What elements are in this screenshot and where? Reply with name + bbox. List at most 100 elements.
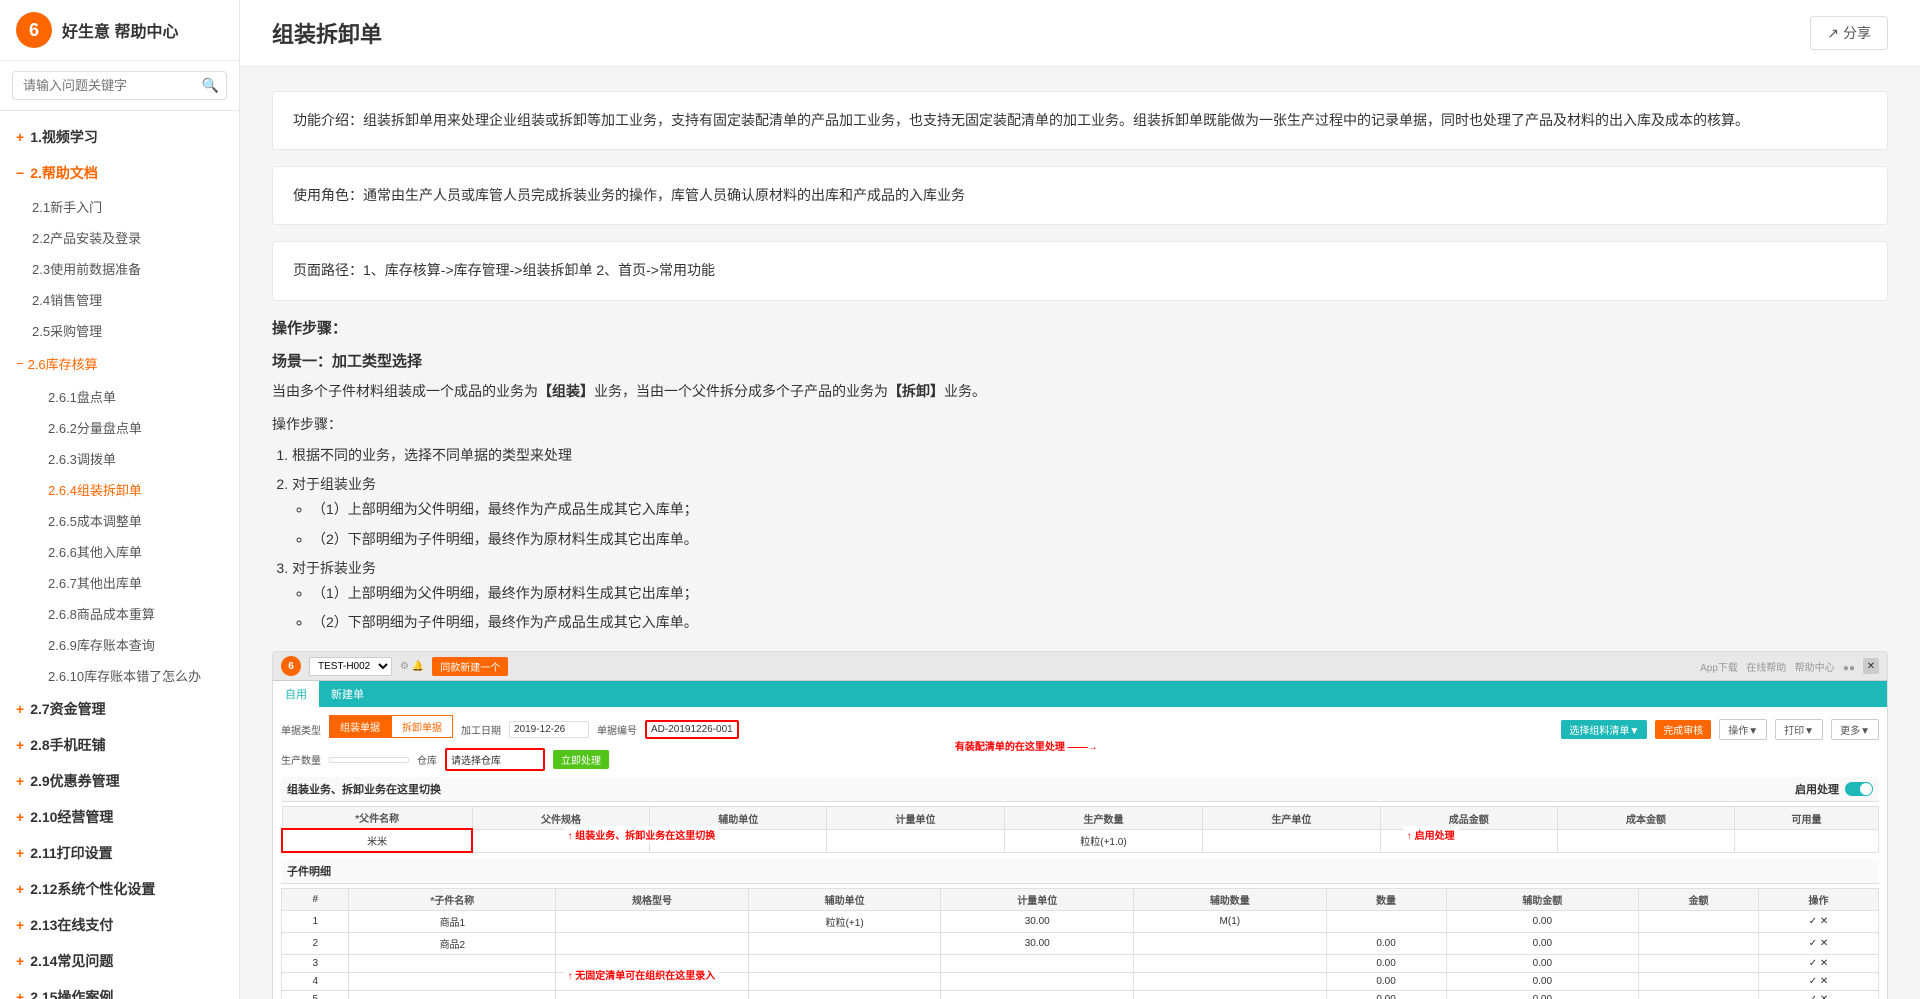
col-avail-qty: 可用量 <box>1735 807 1879 830</box>
type-label: 单据类型 <box>281 722 321 737</box>
sidebar-item-inventory[interactable]: − 2.6库存核算 <box>0 346 239 381</box>
sidebar-item-online-pay[interactable]: + 2.13在线支付 <box>0 907 239 943</box>
op-btn[interactable]: 操作▼ <box>1719 719 1767 740</box>
assembly-step1: （1）上部明细为父件明细，最终作为产成品生成其它入库单； <box>312 497 1888 522</box>
upper-row-1: 米米 粒粒(+1.0) <box>282 829 1879 852</box>
sidebar-item-stock-count[interactable]: 2.6.1盘点单 <box>0 381 239 412</box>
assembly-step2: （2）下部明细为子件明细，最终作为原材料生成其它出库单。 <box>312 527 1888 552</box>
close-button[interactable]: ✕ <box>1863 658 1879 674</box>
sidebar-item-docs[interactable]: − 2.帮助文档 <box>0 155 239 191</box>
disassembly-step1: （1）上部明细为父件明细，最终作为原材料生成其它出库单； <box>312 581 1888 606</box>
app-screenshot: 6 TEST-H002 ⚙ 🔔 同款新建一个 App下载 在线帮助 帮助中心 ●… <box>273 652 1887 999</box>
more-btn[interactable]: 更多▼ <box>1831 719 1879 740</box>
main-header: 组装拆卸单 ↗ 分享 <box>240 0 1920 67</box>
sidebar-item-install[interactable]: 2.2产品安装及登录 <box>0 222 239 253</box>
sidebar-item-purchase[interactable]: 2.5采购管理 <box>0 315 239 346</box>
role-intro-block: 使用角色：通常由生产人员或库管人员完成拆装业务的操作，库管人员确认原材料的出库和… <box>272 166 1888 225</box>
disassemble-btn[interactable]: 拆卸单据 <box>391 715 453 738</box>
function-intro-block: 功能介绍：组装拆卸单用来处理企业组装或拆卸等加工业务，支持有固定装配清单的产品加… <box>272 91 1888 150</box>
nav-home[interactable]: 自用 <box>273 681 319 707</box>
sidebar-item-assembly[interactable]: 2.6.4组装拆卸单 <box>0 474 239 505</box>
plus-icon: + <box>16 809 24 825</box>
content-area: 功能介绍：组装拆卸单用来处理企业组装或拆卸等加工业务，支持有固定装配清单的产品加… <box>240 67 1920 999</box>
assembly-btn[interactable]: 组装单据 <box>329 715 391 738</box>
sidebar-item-print[interactable]: + 2.11打印设置 <box>0 835 239 871</box>
lower-row-5: 50.000.00✓ ✕ <box>282 991 1879 999</box>
sidebar-item-stock-split[interactable]: 2.6.2分量盘点单 <box>0 412 239 443</box>
date-input[interactable]: 2019-12-26 <box>509 721 589 738</box>
sidebar-item-other-in[interactable]: 2.6.6其他入库单 <box>0 536 239 567</box>
sidebar-item-coupon[interactable]: + 2.9优惠券管理 <box>0 763 239 799</box>
warehouse-input[interactable]: 请选择仓库 <box>445 748 545 771</box>
sidebar-item-adjust[interactable]: 2.6.3调拨单 <box>0 443 239 474</box>
sidebar-item-cost-recalc[interactable]: 2.6.8商品成本重算 <box>0 598 239 629</box>
lower-row-2: 2 商品2 30.00 0.00 0.00 ✓ ✕ <box>282 933 1879 955</box>
share-button[interactable]: ↗ 分享 <box>1810 16 1888 50</box>
lcol-qty: 数量 <box>1326 889 1446 911</box>
app-top-bar: 6 TEST-H002 ⚙ 🔔 同款新建一个 App下载 在线帮助 帮助中心 ●… <box>273 652 1887 681</box>
nav-new[interactable]: 新建单 <box>319 681 376 707</box>
lower-section-title: 子件明细 <box>287 863 331 879</box>
step3: 对于拆装业务 （1）上部明细为父件明细，最终作为原材料生成其它出库单； （2）下… <box>292 556 1888 636</box>
form-row-2: 生产数量 仓库 请选择仓库 立即处理 <box>281 748 1879 771</box>
enable-switch[interactable] <box>1845 782 1873 796</box>
sidebar-item-other-out[interactable]: 2.6.7其他出库单 <box>0 567 239 598</box>
process-btn[interactable]: 立即处理 <box>553 750 609 769</box>
main-step-list: 根据不同的业务，选择不同单据的类型来处理 对于组装业务 （1）上部明细为父件明细… <box>272 443 1888 635</box>
sidebar: 6 好生意 帮助中心 🔍 + 1.视频学习 − 2.帮助文档 2.1新手入门 2… <box>0 0 240 999</box>
pcount-input[interactable] <box>329 757 409 763</box>
confirm-btn[interactable]: 完成审核 <box>1655 720 1711 739</box>
plus-icon: + <box>16 773 24 789</box>
store-selector[interactable]: TEST-H002 <box>309 657 392 676</box>
sidebar-item-operations[interactable]: + 2.10经营管理 <box>0 799 239 835</box>
plus-icon: + <box>16 881 24 897</box>
screenshot-block: 6 TEST-H002 ⚙ 🔔 同款新建一个 App下载 在线帮助 帮助中心 ●… <box>272 651 1888 999</box>
sidebar-item-finance[interactable]: + 2.7资金管理 <box>0 691 239 727</box>
sidebar-item-cases[interactable]: + 2.15操作案例 <box>0 979 239 999</box>
upper-table: *父件名称 父件规格 辅助单位 计量单位 生产数量 生产单位 成品金额 成本金额… <box>281 806 1879 853</box>
col-parent-name: *父件名称 <box>282 807 472 830</box>
steps-section: 操作步骤： 场景一：加工类型选择 当由多个子件材料组装成一个成品的业务为【组装】… <box>272 317 1888 999</box>
sidebar-item-mobile[interactable]: + 2.8手机旺铺 <box>0 727 239 763</box>
plus-icon: + <box>16 129 24 145</box>
sidebar-item-account-error[interactable]: 2.6.10库存账本错了怎么办 <box>0 660 239 691</box>
sidebar-item-faq[interactable]: + 2.14常见问题 <box>0 943 239 979</box>
app-nav-bar: 自用 新建单 <box>273 681 1887 707</box>
lcol-op: 操作 <box>1759 889 1879 911</box>
col-measure-unit: 计量单位 <box>827 807 1004 830</box>
print-btn[interactable]: 打印▼ <box>1775 719 1823 740</box>
col-aux-unit: 辅助单位 <box>650 807 827 830</box>
upper-section-title: 组装业务、拆卸业务在这里切换 <box>287 781 441 797</box>
lcol-aux-amt: 辅助金额 <box>1446 889 1639 911</box>
bill-label: 单据编号 <box>597 722 637 737</box>
select-bom-button[interactable]: 选择组料清单▼ <box>1561 720 1647 739</box>
nav-list: + 1.视频学习 − 2.帮助文档 2.1新手入门 2.2产品安装及登录 2.3… <box>0 111 239 999</box>
col-product-amt: 成品金额 <box>1380 807 1557 830</box>
sidebar-item-custom[interactable]: + 2.12系统个性化设置 <box>0 871 239 907</box>
disassembly-sub-list: （1）上部明细为父件明细，最终作为原材料生成其它出库单； （2）下部明细为子件明… <box>292 581 1888 635</box>
sidebar-item-cost-adj[interactable]: 2.6.5成本调整单 <box>0 505 239 536</box>
plus-icon: + <box>16 737 24 753</box>
step1: 根据不同的业务，选择不同单据的类型来处理 <box>292 443 1888 468</box>
settings-icon: ⚙ 🔔 <box>400 661 424 672</box>
lcol-unit: 计量单位 <box>941 889 1134 911</box>
warehouse-label: 仓库 <box>417 752 437 767</box>
sidebar-item-stock-query[interactable]: 2.6.9库存账本查询 <box>0 629 239 660</box>
lcol-child-name: *子件名称 <box>349 889 556 911</box>
sidebar-item-sales[interactable]: 2.4销售管理 <box>0 284 239 315</box>
pcount-label: 生产数量 <box>281 752 321 767</box>
sidebar-item-prepare[interactable]: 2.3使用前数据准备 <box>0 253 239 284</box>
lower-row-1: 1 商品1 粒粒(+1) 30.00 M(1) 0.00 ✓ ✕ <box>282 911 1879 933</box>
sidebar-item-newbie[interactable]: 2.1新手入门 <box>0 191 239 222</box>
minus-icon: − <box>16 356 24 371</box>
bill-input[interactable]: AD-20191226-001 <box>645 720 739 739</box>
assembly-sub-list: （1）上部明细为父件明细，最终作为产成品生成其它入库单； （2）下部明细为子件明… <box>292 497 1888 551</box>
new-same-button[interactable]: 同款新建一个 <box>432 657 508 676</box>
substeps-title: 操作步骤： <box>272 412 1888 437</box>
upper-section-header: 组装业务、拆卸业务在这里切换 启用处理 <box>281 777 1879 802</box>
col-prod-unit: 生产单位 <box>1203 807 1380 830</box>
sidebar-item-videos[interactable]: + 1.视频学习 <box>0 119 239 155</box>
page-title: 组装拆卸单 <box>272 17 382 49</box>
search-input[interactable] <box>12 71 227 100</box>
form-row-1: 单据类型 组装单据 拆卸单据 加工日期 2019-12-26 单据编号 AD-2… <box>281 715 1879 744</box>
